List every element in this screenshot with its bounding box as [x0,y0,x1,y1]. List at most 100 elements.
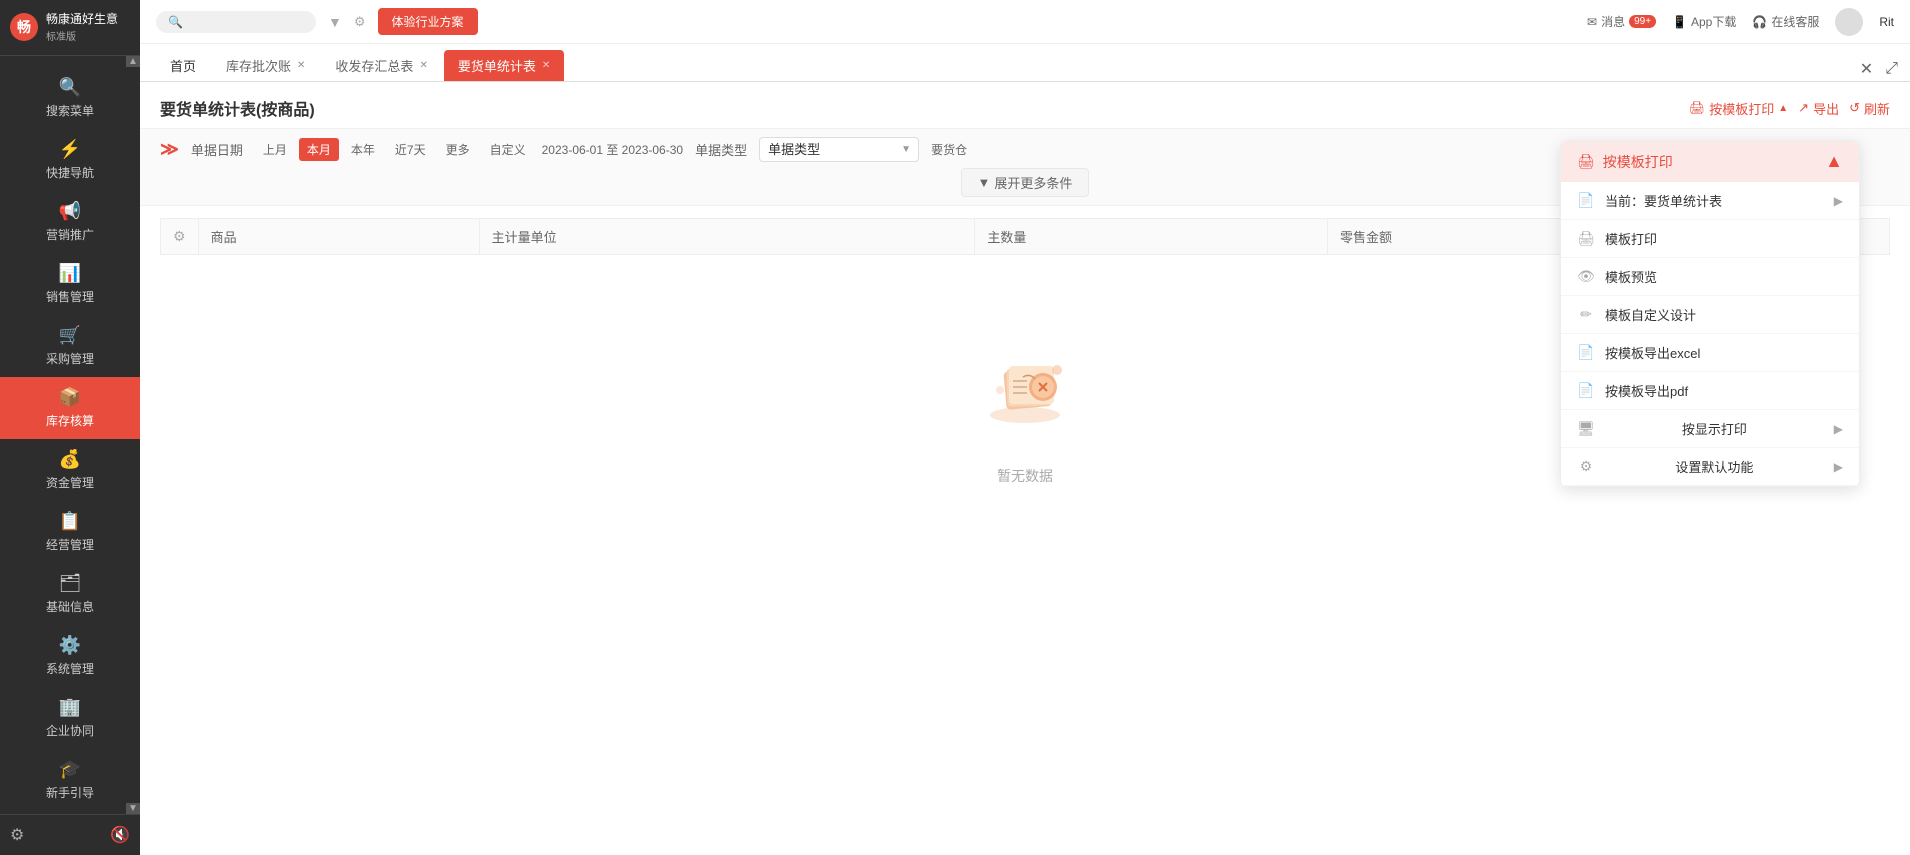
pdf-icon: 📄 [1577,382,1595,399]
type-filter-select[interactable]: 单据类型 [759,137,919,162]
system-icon: ⚙️ [59,635,81,656]
topbar-message[interactable]: ✉ 消息 99+ [1587,13,1656,30]
expand-label: 展开更多条件 [994,173,1072,192]
sidebar-item-purchase[interactable]: 🛒 采购管理 [0,315,140,377]
export-icon: ↗ [1798,100,1809,116]
sidebar-scroll-up[interactable]: ▲ [126,56,140,67]
export-btn[interactable]: ↗ 导出 [1798,99,1839,118]
chevron-right-icon: ▶ [1834,460,1843,474]
excel-icon: 📄 [1577,344,1595,361]
dropdown-template-preview[interactable]: 👁 模板预览 [1561,258,1859,296]
sidebar-item-label: 搜索菜单 [46,102,94,119]
dropdown-item-label: 模板打印 [1605,229,1657,248]
date-btn-current-year[interactable]: 本年 [343,138,383,161]
sidebar-item-basic[interactable]: 🗂 基础信息 [0,563,140,625]
sidebar-nav: 🔍 搜索菜单 ⚡ 快捷导航 📢 营销推广 📊 销售管理 🛒 采购管理 📦 [0,67,140,803]
phone-icon: 📱 [1672,15,1687,29]
th-product: 商品 [198,219,479,255]
sidebar-item-shortcut[interactable]: ⚡ 快捷导航 [0,129,140,191]
tab-order-stats[interactable]: 要货单统计表 ✕ [444,50,564,81]
tab-close-icon[interactable]: ✕ [297,60,305,71]
dropdown-collapse-icon[interactable]: ▲ [1825,151,1843,172]
sidebar-logo: 畅 畅康通好生意 标准版 [0,0,140,56]
default-func-icon: ⚙ [1577,458,1595,475]
message-badge: 99+ [1629,15,1656,28]
topbar-avatar[interactable] [1835,8,1863,36]
topbar-customer-service[interactable]: 🎧 在线客服 [1752,13,1819,30]
topbar-username: Rit [1879,15,1894,29]
settings-icon[interactable]: ⚙ [10,825,24,845]
tab-batch-account[interactable]: 库存批次账 ✕ [212,50,319,81]
sidebar-item-label: 资金管理 [46,474,94,491]
date-btn-current-month[interactable]: 本月 [299,138,339,161]
topbar-gear-icon[interactable]: ⚙ [354,14,366,30]
tab-receipt-summary[interactable]: 收发存汇总表 ✕ [321,50,441,81]
tab-close-icon[interactable]: ✕ [419,60,427,71]
dropdown-default-func-label: 设置默认功能 [1675,457,1753,476]
date-btn-more[interactable]: 更多 [438,138,478,161]
date-btn-custom[interactable]: 自定义 [482,138,534,161]
page-title: 要货单统计表(按商品) [160,96,315,120]
dropdown-header[interactable]: 🖨 按模板打印 ▲ [1561,141,1859,182]
operation-icon: 📋 [59,511,81,532]
tab-close-icon[interactable]: ✕ [542,60,550,71]
topbar-search[interactable]: 🔍 [156,11,316,33]
volume-icon[interactable]: 🔇 [110,825,130,845]
chevron-right-icon: ▶ [1834,422,1843,436]
sidebar-item-inventory[interactable]: 📦 库存核算 [0,377,140,439]
dropdown-display-print-label: 按显示打印 [1682,419,1747,438]
page-header: 要货单统计表(按商品) 🖨 按模板打印 ▲ ↗ 导出 ↺ [140,82,1910,128]
close-all-icon[interactable]: ✕ [1856,57,1877,81]
topbar-app-download[interactable]: 📱 App下载 [1672,13,1736,30]
sidebar-item-label: 企业协同 [46,722,94,739]
enterprise-icon: 🏢 [59,697,81,718]
trial-btn[interactable]: 体验行业方案 [378,8,478,35]
sidebar-item-label: 营销推广 [46,226,94,243]
print-template-btn[interactable]: 🖨 按模板打印 ▲ [1689,99,1788,118]
tab-home[interactable]: 首页 [156,50,210,81]
sidebar-item-system[interactable]: ⚙️ 系统管理 [0,625,140,687]
table-settings-icon[interactable]: ⚙ [173,228,186,244]
search-icon: 🔍 [59,77,81,98]
date-btn-last-7days[interactable]: 近7天 [387,138,434,161]
maximize-icon[interactable]: ⤢ [1881,58,1902,80]
guide-icon: 🎓 [59,759,81,780]
dropdown-display-print[interactable]: 🖥 按显示打印 ▶ [1561,410,1859,448]
dropdown-template-excel[interactable]: 📄 按模板导出excel [1561,334,1859,372]
display-print-icon: 🖥 [1577,420,1595,437]
expand-more-btn[interactable]: ▼ 展开更多条件 [961,168,1090,197]
headset-icon: 🎧 [1752,15,1767,29]
search-icon: 🔍 [168,15,183,29]
print-dropdown-panel: 🖨 按模板打印 ▲ 📄 当前：要货单统计表 ▶ 🖨 模板打印 👁 模板预览 ✏ … [1560,140,1860,487]
refresh-btn[interactable]: ↺ 刷新 [1849,99,1890,118]
sidebar-item-sales[interactable]: 📊 销售管理 [0,253,140,315]
inventory-icon: 📦 [59,387,81,408]
sidebar-item-marketing[interactable]: 📢 营销推广 [0,191,140,253]
dropdown-template-pdf[interactable]: 📄 按模板导出pdf [1561,372,1859,410]
dropdown-current-template[interactable]: 📄 当前：要货单统计表 ▶ [1561,182,1859,220]
dropdown-header-label: 按模板打印 [1603,152,1673,172]
brand-badge: 标准版 [46,28,118,43]
sidebar-item-label: 库存核算 [46,412,94,429]
sidebar-item-guide[interactable]: 🎓 新手引导 [0,749,140,803]
sidebar-item-finance[interactable]: 💰 资金管理 [0,439,140,501]
sidebar-item-operation[interactable]: 📋 经营管理 [0,501,140,563]
tab-label: 收发存汇总表 [335,56,413,75]
chevron-down-icon: ▼ [978,175,991,190]
shortcut-icon: ⚡ [59,139,81,160]
topbar-dropdown-arrow[interactable]: ▼ [328,14,342,30]
dropdown-template-print[interactable]: 🖨 模板打印 [1561,220,1859,258]
dropdown-template-design[interactable]: ✏ 模板自定义设计 [1561,296,1859,334]
sidebar-item-search[interactable]: 🔍 搜索菜单 [0,67,140,129]
dropdown-item-label: 按模板导出excel [1605,343,1700,362]
dropdown-default-func[interactable]: ⚙ 设置默认功能 ▶ [1561,448,1859,486]
date-btn-last-month[interactable]: 上月 [255,138,295,161]
basic-icon: 🗂 [59,573,82,594]
filter-expand-icon[interactable]: ≫ [160,139,179,160]
topbar: 🔍 ▼ ⚙ 体验行业方案 ✉ 消息 99+ 📱 App下载 🎧 在线 [140,0,1910,44]
sidebar-item-label: 销售管理 [46,288,94,305]
th-settings: ⚙ [161,219,199,255]
sidebar-item-enterprise[interactable]: 🏢 企业协同 [0,687,140,749]
sidebar-scroll-down[interactable]: ▼ [126,803,140,814]
type-filter-wrap: 单据类型 ▼ [759,137,919,162]
